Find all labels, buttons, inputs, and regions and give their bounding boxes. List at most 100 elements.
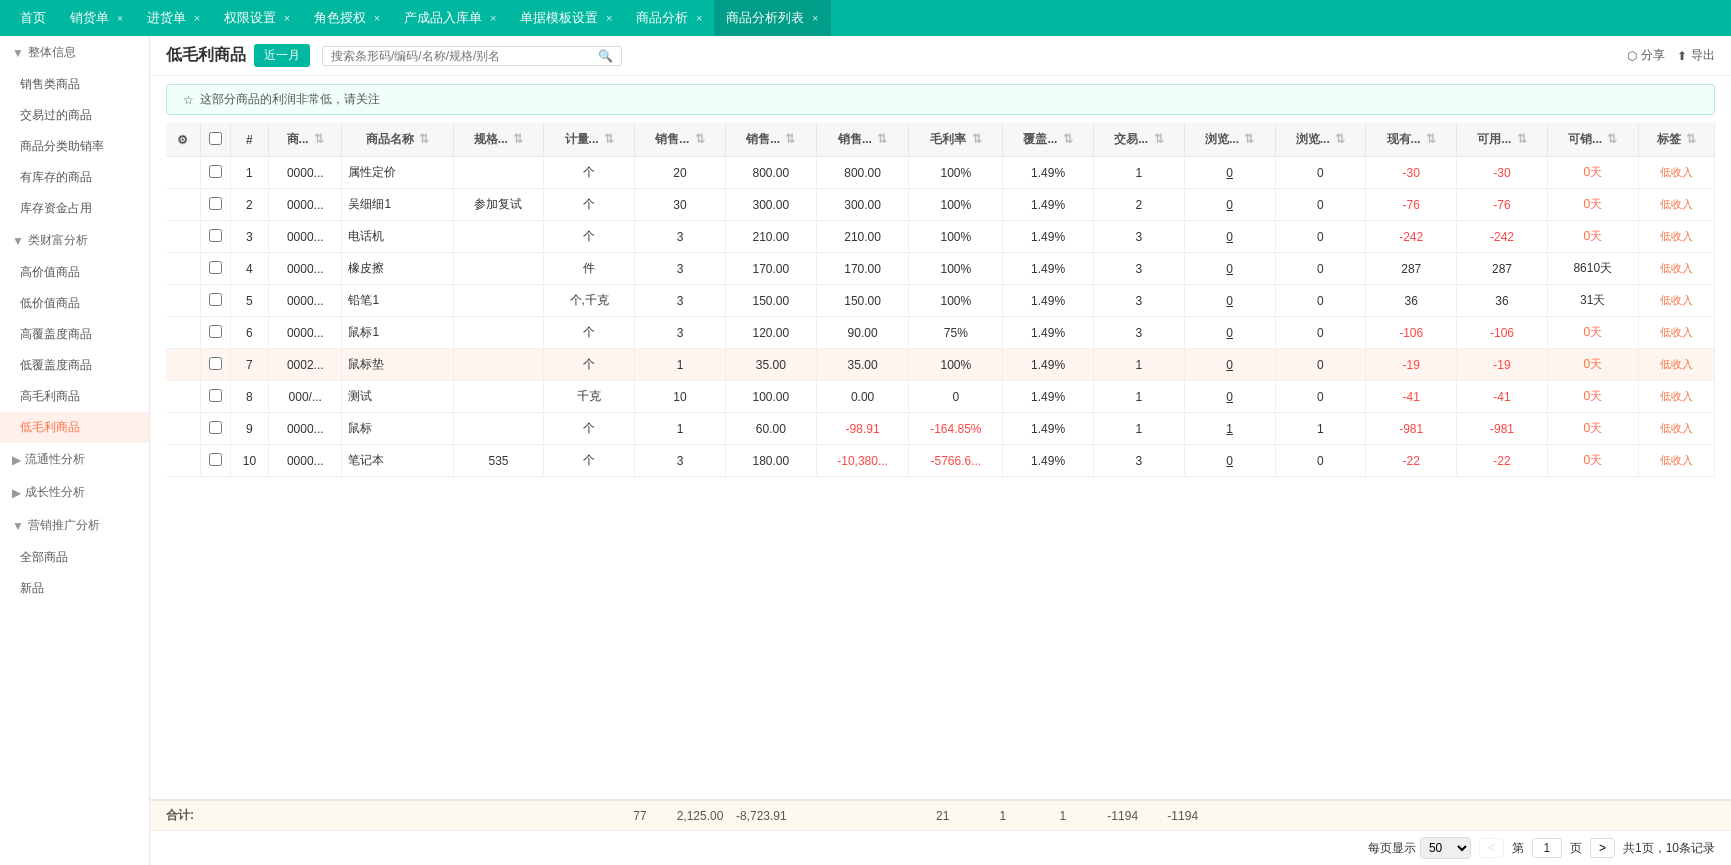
col-code[interactable]: 商... ⇅ bbox=[269, 123, 342, 157]
nav-permission-close[interactable]: × bbox=[284, 12, 290, 24]
col-view1[interactable]: 浏览... ⇅ bbox=[1184, 123, 1275, 157]
nav-role[interactable]: 角色授权 × bbox=[302, 0, 392, 36]
sidebar-item-sales-goods[interactable]: 销售类商品 bbox=[0, 69, 149, 100]
cell-checkbox-1[interactable] bbox=[200, 189, 230, 221]
nav-goods-analysis[interactable]: 商品分析 × bbox=[624, 0, 714, 36]
view1-link-7[interactable]: 0 bbox=[1226, 390, 1233, 404]
cell-settings-4[interactable] bbox=[166, 285, 200, 317]
cell-settings-1[interactable] bbox=[166, 189, 200, 221]
sidebar-section-liquidity[interactable]: ▶ 流通性分析 bbox=[0, 443, 149, 476]
sidebar-section-overall[interactable]: ▼ 整体信息 bbox=[0, 36, 149, 69]
cell-checkbox-5[interactable] bbox=[200, 317, 230, 349]
sidebar-item-capital[interactable]: 库存资金占用 bbox=[0, 193, 149, 224]
cell-view1-2[interactable]: 0 bbox=[1184, 221, 1275, 253]
view1-link-1[interactable]: 0 bbox=[1226, 198, 1233, 212]
col-trade[interactable]: 交易... ⇅ bbox=[1093, 123, 1184, 157]
cell-view1-9[interactable]: 0 bbox=[1184, 445, 1275, 477]
cell-view1-0[interactable]: 0 bbox=[1184, 157, 1275, 189]
sidebar-item-low-coverage[interactable]: 低覆盖度商品 bbox=[0, 350, 149, 381]
nav-goods-analysis-list[interactable]: 商品分析列表 × bbox=[714, 0, 830, 36]
cell-view1-6[interactable]: 0 bbox=[1184, 349, 1275, 381]
cell-view1-5[interactable]: 0 bbox=[1184, 317, 1275, 349]
col-sale-price[interactable]: 销售... ⇅ bbox=[725, 123, 816, 157]
cell-settings-2[interactable] bbox=[166, 221, 200, 253]
sidebar-item-high-margin[interactable]: 高毛利商品 bbox=[0, 381, 149, 412]
col-current-stock[interactable]: 现有... ⇅ bbox=[1366, 123, 1457, 157]
prev-page-button[interactable]: < bbox=[1479, 838, 1504, 858]
cell-view1-3[interactable]: 0 bbox=[1184, 253, 1275, 285]
nav-template-close[interactable]: × bbox=[606, 12, 612, 24]
view1-link-0[interactable]: 0 bbox=[1226, 166, 1233, 180]
col-sale-qty[interactable]: 销售... ⇅ bbox=[635, 123, 726, 157]
col-sale-amount[interactable]: 销售... ⇅ bbox=[816, 123, 909, 157]
nav-home[interactable]: 首页 bbox=[8, 0, 58, 36]
export-button[interactable]: ⬆ 导出 bbox=[1677, 47, 1715, 64]
cell-checkbox-3[interactable] bbox=[200, 253, 230, 285]
col-tag[interactable]: 标签 ⇅ bbox=[1638, 123, 1714, 157]
col-checkbox[interactable] bbox=[200, 123, 230, 157]
sidebar-item-low-margin[interactable]: 低毛利商品 bbox=[0, 412, 149, 443]
sidebar-item-traded-goods[interactable]: 交易过的商品 bbox=[0, 100, 149, 131]
row-checkbox-2[interactable] bbox=[209, 229, 222, 242]
view1-link-5[interactable]: 0 bbox=[1226, 326, 1233, 340]
sidebar-item-all-goods[interactable]: 全部商品 bbox=[0, 542, 149, 573]
sidebar-section-growth[interactable]: ▶ 成长性分析 bbox=[0, 476, 149, 509]
view1-link-9[interactable]: 0 bbox=[1226, 454, 1233, 468]
col-name[interactable]: 商品名称 ⇅ bbox=[342, 123, 453, 157]
cell-settings-3[interactable] bbox=[166, 253, 200, 285]
cell-settings-9[interactable] bbox=[166, 445, 200, 477]
view1-link-4[interactable]: 0 bbox=[1226, 294, 1233, 308]
nav-purchase-close[interactable]: × bbox=[194, 12, 200, 24]
cell-view1-4[interactable]: 0 bbox=[1184, 285, 1275, 317]
row-checkbox-1[interactable] bbox=[209, 197, 222, 210]
sidebar-item-stocked-goods[interactable]: 有库存的商品 bbox=[0, 162, 149, 193]
row-checkbox-7[interactable] bbox=[209, 389, 222, 402]
cell-settings-8[interactable] bbox=[166, 413, 200, 445]
nav-goods-analysis-close[interactable]: × bbox=[696, 12, 702, 24]
cell-checkbox-4[interactable] bbox=[200, 285, 230, 317]
next-page-button[interactable]: > bbox=[1590, 838, 1615, 858]
time-filter-button[interactable]: 近一月 bbox=[254, 44, 310, 67]
col-unit[interactable]: 计量... ⇅ bbox=[544, 123, 635, 157]
col-view2[interactable]: 浏览... ⇅ bbox=[1275, 123, 1366, 157]
nav-product-inbound[interactable]: 产成品入库单 × bbox=[392, 0, 508, 36]
row-checkbox-8[interactable] bbox=[209, 421, 222, 434]
cell-view1-7[interactable]: 0 bbox=[1184, 381, 1275, 413]
cell-settings-6[interactable] bbox=[166, 349, 200, 381]
sidebar-item-new-goods[interactable]: 新品 bbox=[0, 573, 149, 604]
col-gross-margin[interactable]: 毛利率 ⇅ bbox=[909, 123, 1003, 157]
nav-goods-analysis-list-close[interactable]: × bbox=[812, 12, 818, 24]
nav-permission[interactable]: 权限设置 × bbox=[212, 0, 302, 36]
cell-checkbox-0[interactable] bbox=[200, 157, 230, 189]
cell-checkbox-2[interactable] bbox=[200, 221, 230, 253]
nav-product-inbound-close[interactable]: × bbox=[490, 12, 496, 24]
cell-settings-5[interactable] bbox=[166, 317, 200, 349]
row-checkbox-3[interactable] bbox=[209, 261, 222, 274]
sidebar-section-marketing[interactable]: ▼ 营销推广分析 bbox=[0, 509, 149, 542]
view1-link-3[interactable]: 0 bbox=[1226, 262, 1233, 276]
cell-checkbox-9[interactable] bbox=[200, 445, 230, 477]
row-checkbox-6[interactable] bbox=[209, 357, 222, 370]
search-input[interactable] bbox=[331, 49, 594, 63]
sidebar-section-wealth[interactable]: ▼ 类财富分析 bbox=[0, 224, 149, 257]
view1-link-8[interactable]: 1 bbox=[1226, 422, 1233, 436]
col-settings[interactable]: ⚙ bbox=[166, 123, 200, 157]
sidebar-item-low-value[interactable]: 低价值商品 bbox=[0, 288, 149, 319]
view1-link-6[interactable]: 0 bbox=[1226, 358, 1233, 372]
select-all-checkbox[interactable] bbox=[209, 132, 222, 145]
nav-sales-close[interactable]: × bbox=[117, 12, 123, 24]
nav-purchase[interactable]: 进货单 × bbox=[135, 0, 212, 36]
search-icon[interactable]: 🔍 bbox=[598, 49, 613, 63]
row-checkbox-9[interactable] bbox=[209, 453, 222, 466]
nav-template[interactable]: 单据模板设置 × bbox=[508, 0, 624, 36]
sidebar-item-high-coverage[interactable]: 高覆盖度商品 bbox=[0, 319, 149, 350]
per-page-select[interactable]: 50 100 200 bbox=[1420, 837, 1471, 859]
col-coverage[interactable]: 覆盖... ⇅ bbox=[1003, 123, 1094, 157]
cell-checkbox-8[interactable] bbox=[200, 413, 230, 445]
row-checkbox-5[interactable] bbox=[209, 325, 222, 338]
row-checkbox-0[interactable] bbox=[209, 165, 222, 178]
col-available[interactable]: 可用... ⇅ bbox=[1457, 123, 1548, 157]
nav-role-close[interactable]: × bbox=[374, 12, 380, 24]
cell-checkbox-7[interactable] bbox=[200, 381, 230, 413]
cell-settings-0[interactable] bbox=[166, 157, 200, 189]
